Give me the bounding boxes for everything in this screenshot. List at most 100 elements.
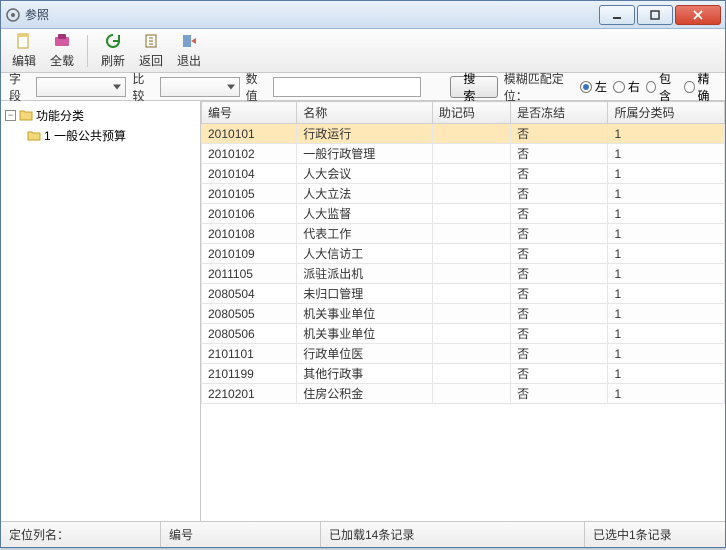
- table-row[interactable]: 2010104人大会议否1: [202, 164, 725, 184]
- cell-id: 2010106: [202, 204, 297, 224]
- cell-cat: 1: [608, 244, 725, 264]
- cell-frozen: 否: [511, 184, 608, 204]
- cell-name: 行政运行: [297, 124, 433, 144]
- cell-id: 2101101: [202, 344, 297, 364]
- cell-name: 人大信访工: [297, 244, 433, 264]
- cell-mnemonic: [432, 364, 510, 384]
- minimize-button[interactable]: [599, 5, 635, 25]
- cell-mnemonic: [432, 324, 510, 344]
- back-icon: [142, 32, 160, 50]
- cell-mnemonic: [432, 384, 510, 404]
- radio-contain[interactable]: 包含: [646, 70, 679, 104]
- data-grid[interactable]: 编号名称助记码是否冻结所属分类码 2010101行政运行否12010102一般行…: [201, 101, 725, 521]
- cell-cat: 1: [608, 204, 725, 224]
- table-row[interactable]: 2080505机关事业单位 否1: [202, 304, 725, 324]
- compare-select[interactable]: [160, 77, 240, 97]
- cell-name: 未归口管理: [297, 284, 433, 304]
- radio-left[interactable]: 左: [580, 78, 607, 95]
- table-row[interactable]: 2010102一般行政管理否1: [202, 144, 725, 164]
- column-header[interactable]: 所属分类码: [608, 102, 725, 124]
- window: 参照 编辑 全载 刷新 返回 退出 字段 比: [0, 0, 726, 548]
- table-row[interactable]: 2010109人大信访工 否1: [202, 244, 725, 264]
- value-label: 数值: [246, 70, 267, 104]
- table-row[interactable]: 2101101行政单位医否1: [202, 344, 725, 364]
- fuzzy-label: 模糊匹配定位：: [504, 70, 574, 104]
- cell-id: 2010101: [202, 124, 297, 144]
- maximize-button[interactable]: [637, 5, 673, 25]
- table-row[interactable]: 2210201住房公积金否1: [202, 384, 725, 404]
- radio-right[interactable]: 右: [613, 78, 640, 95]
- table-row[interactable]: 2010108代表工作否1: [202, 224, 725, 244]
- app-icon: [5, 7, 21, 23]
- cell-mnemonic: [432, 304, 510, 324]
- cell-mnemonic: [432, 164, 510, 184]
- cell-cat: 1: [608, 344, 725, 364]
- exit-button[interactable]: 退出: [172, 31, 206, 71]
- field-select[interactable]: [36, 77, 126, 97]
- back-button[interactable]: 返回: [134, 31, 168, 71]
- table-row[interactable]: 2080504未归口管理否1: [202, 284, 725, 304]
- folder-icon: [27, 129, 41, 141]
- toolbar: 编辑 全载 刷新 返回 退出: [1, 29, 725, 73]
- cell-frozen: 否: [511, 244, 608, 264]
- cell-frozen: 否: [511, 324, 608, 344]
- status-loaded: 已加载14条记录: [321, 522, 585, 547]
- cell-mnemonic: [432, 204, 510, 224]
- fullload-button[interactable]: 全载: [45, 31, 79, 71]
- radio-exact[interactable]: 精确: [684, 70, 717, 104]
- cell-name: 人大立法: [297, 184, 433, 204]
- table-row[interactable]: 2011105派驻派出机否1: [202, 264, 725, 284]
- column-header[interactable]: 助记码: [432, 102, 510, 124]
- window-title: 参照: [25, 6, 597, 23]
- cell-mnemonic: [432, 224, 510, 244]
- tree-child[interactable]: 1 一般公共预算: [3, 125, 198, 145]
- cell-id: 2010104: [202, 164, 297, 184]
- close-button[interactable]: [675, 5, 721, 25]
- tree-child-label: 1 一般公共预算: [44, 127, 126, 144]
- compare-label: 比较: [132, 70, 153, 104]
- cell-name: 派驻派出机: [297, 264, 433, 284]
- column-header[interactable]: 编号: [202, 102, 297, 124]
- cell-id: 2010109: [202, 244, 297, 264]
- cell-name: 代表工作: [297, 224, 433, 244]
- cell-mnemonic: [432, 124, 510, 144]
- cell-id: 2080505: [202, 304, 297, 324]
- cell-cat: 1: [608, 304, 725, 324]
- refresh-icon: [104, 32, 122, 50]
- cell-cat: 1: [608, 184, 725, 204]
- refresh-label: 刷新: [101, 52, 125, 69]
- cell-mnemonic: [432, 144, 510, 164]
- cell-cat: 1: [608, 324, 725, 344]
- cell-cat: 1: [608, 224, 725, 244]
- value-input[interactable]: [273, 77, 421, 97]
- refresh-button[interactable]: 刷新: [96, 31, 130, 71]
- search-button[interactable]: 搜索: [450, 76, 497, 98]
- table-row[interactable]: 2010101行政运行否1: [202, 124, 725, 144]
- cell-frozen: 否: [511, 364, 608, 384]
- tree-root-label: 功能分类: [36, 107, 84, 124]
- folder-open-icon: [19, 109, 33, 121]
- cell-id: 2101199: [202, 364, 297, 384]
- cell-mnemonic: [432, 244, 510, 264]
- column-header[interactable]: 是否冻结: [511, 102, 608, 124]
- cell-id: 2011105: [202, 264, 297, 284]
- cell-name: 一般行政管理: [297, 144, 433, 164]
- cell-mnemonic: [432, 264, 510, 284]
- cell-name: 行政单位医: [297, 344, 433, 364]
- table-row[interactable]: 2101199其他行政事否1: [202, 364, 725, 384]
- table-row[interactable]: 2010105人大立法否1: [202, 184, 725, 204]
- status-id-col: 编号: [161, 522, 321, 547]
- tree-root[interactable]: − 功能分类: [3, 105, 198, 125]
- titlebar: 参照: [1, 1, 725, 29]
- fullload-icon: [53, 32, 71, 50]
- cell-name: 机关事业单位: [297, 304, 433, 324]
- body: − 功能分类 1 一般公共预算 编号名称助记码是否冻结所属分类码 2010101…: [1, 101, 725, 521]
- exit-icon: [180, 32, 198, 50]
- column-header[interactable]: 名称: [297, 102, 433, 124]
- table-row[interactable]: 2010106人大监督否1: [202, 204, 725, 224]
- cell-frozen: 否: [511, 304, 608, 324]
- status-bar: 定位列名： 编号 已加载14条记录 已选中1条记录: [1, 521, 725, 547]
- table-row[interactable]: 2080506机关事业单位否1: [202, 324, 725, 344]
- edit-button[interactable]: 编辑: [7, 31, 41, 71]
- collapse-icon[interactable]: −: [5, 110, 16, 121]
